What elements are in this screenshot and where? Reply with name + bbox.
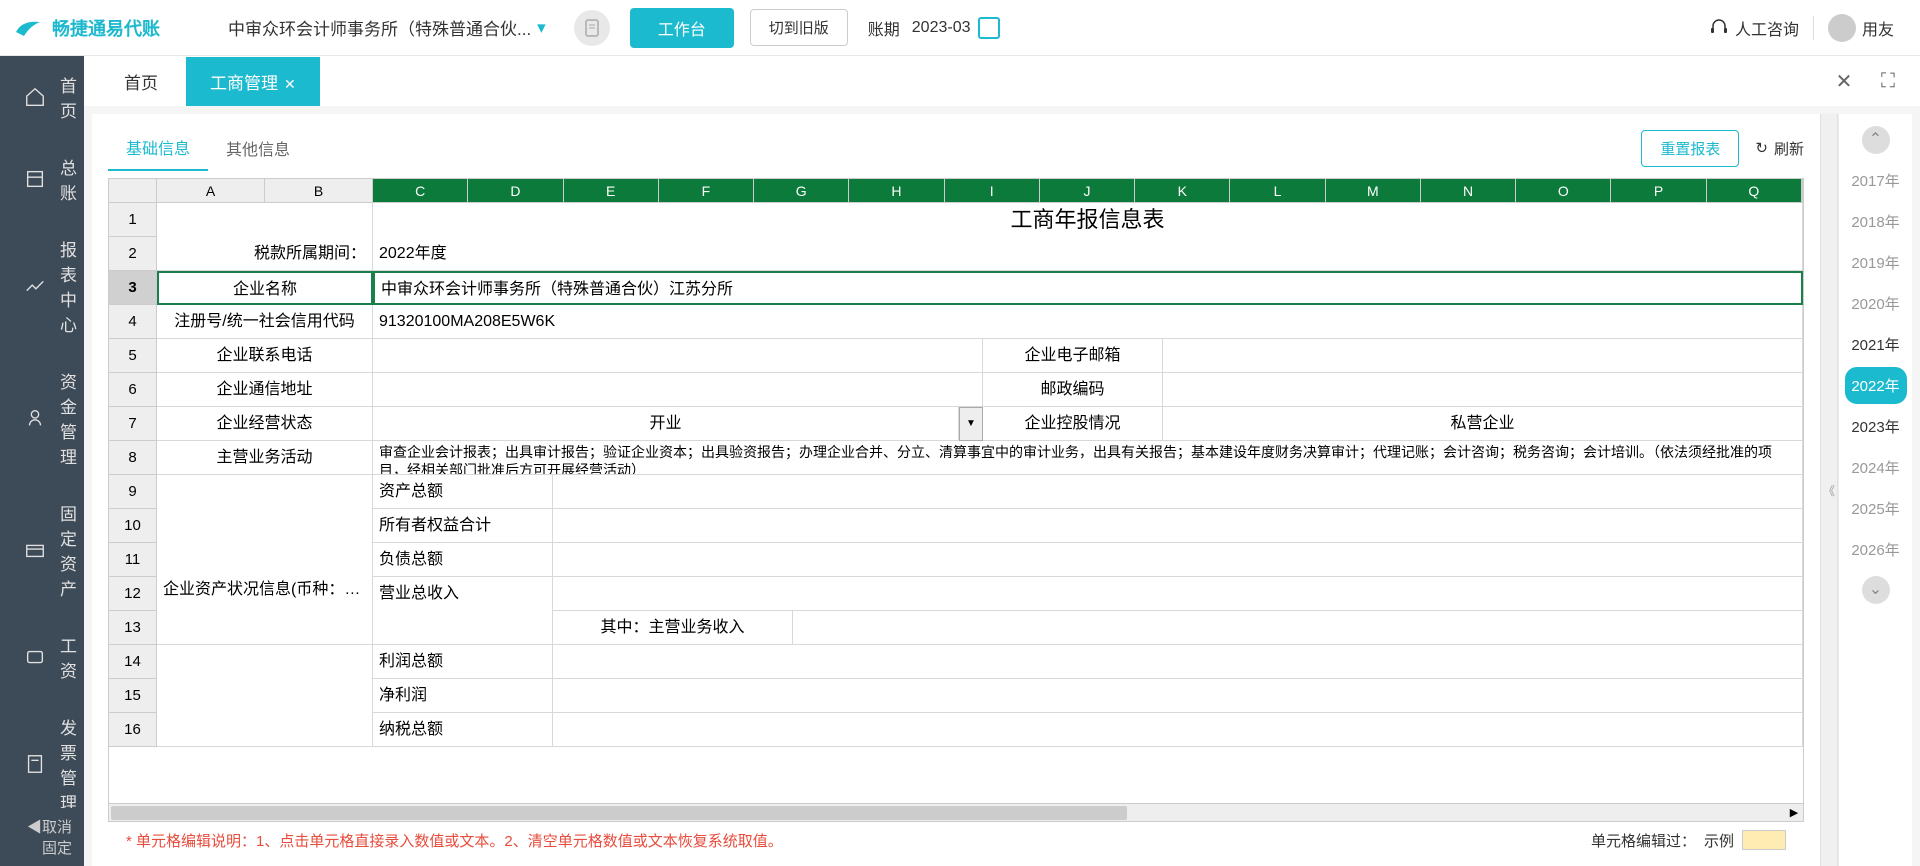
horizontal-scrollbar[interactable]: ◀ ▶ [109,803,1803,821]
sidebar: 首页 总账 报表中心 资金管理 固定资产 工资 发票管理 库存核算 税务管理 结… [0,56,84,866]
close-icon[interactable]: ✕ [284,76,296,92]
year-2022[interactable]: 2022年 [1845,367,1907,404]
collapse-rail-icon[interactable]: 《 [1820,114,1838,866]
year-2026[interactable]: 2026年 [1845,531,1907,568]
year-down-icon[interactable]: ⌄ [1862,576,1890,604]
refresh-icon: ↻ [1755,139,1768,157]
year-2018[interactable]: 2018年 [1845,203,1907,240]
subtab-basic[interactable]: 基础信息 [108,125,208,171]
fullscreen-icon[interactable]: ⛶ [1872,65,1904,97]
column-headers[interactable]: A B CDE FGH IJK LMN OPQ [109,179,1803,203]
sidebar-item-ledger[interactable]: 总账 [0,138,84,220]
subtab-other[interactable]: 其他信息 [208,126,308,170]
unpin-button[interactable]: ◀取消固定 [0,808,84,866]
document-icon[interactable] [574,10,610,46]
company-selector[interactable]: 中审众环会计师事务所（特殊普通合伙... ▾ [212,15,562,40]
sidebar-item-funds[interactable]: 资金管理 [0,352,84,484]
period-label: 账期 [868,16,900,40]
year-2021[interactable]: 2021年 [1845,326,1907,363]
year-2017[interactable]: 2017年 [1845,162,1907,199]
year-2024[interactable]: 2024年 [1845,449,1907,486]
workbench-button[interactable]: 工作台 [630,8,734,48]
refresh-button[interactable]: ↻刷新 [1755,138,1804,159]
year-2023[interactable]: 2023年 [1845,408,1907,445]
year-up-icon[interactable]: ⌃ [1862,126,1890,154]
dropdown-icon[interactable]: ▼ [959,407,983,441]
year-rail: ⌃ 2017年 2018年 2019年 2020年 2021年 2022年 20… [1838,114,1912,866]
sidebar-item-home[interactable]: 首页 [0,56,84,138]
year-2020[interactable]: 2020年 [1845,285,1907,322]
brand-logo: 畅捷通易代账 [12,12,212,44]
chevron-down-icon: ▾ [537,18,546,38]
old-version-button[interactable]: 切到旧版 [750,9,848,46]
avatar-icon [1828,14,1856,42]
calendar-icon[interactable] [978,17,1000,39]
sidebar-item-salary[interactable]: 工资 [0,616,84,698]
edit-note: * 单元格编辑说明：1、点击单元格直接录入数值或文本。2、清空单元格数值或文本恢… [126,830,783,851]
period-value[interactable]: 2023-03 [912,19,971,37]
tab-home[interactable]: 首页 [100,57,182,106]
user-menu[interactable]: 用友 [1828,14,1894,42]
sidebar-item-assets[interactable]: 固定资产 [0,484,84,616]
year-2019[interactable]: 2019年 [1845,244,1907,281]
reset-report-button[interactable]: 重置报表 [1641,130,1739,167]
example-swatch [1742,830,1786,850]
consult-button[interactable]: 人工咨询 [1709,16,1799,40]
sidebar-item-reports[interactable]: 报表中心 [0,220,84,352]
spreadsheet[interactable]: A B CDE FGH IJK LMN OPQ 1工商年报信息表 2税款所属期间… [108,178,1804,822]
sheet-title: 工商年报信息表 [373,203,1803,237]
tab-business[interactable]: 工商管理✕ [186,57,320,106]
year-2025[interactable]: 2025年 [1845,490,1907,527]
close-all-icon[interactable]: ✕ [1828,65,1860,97]
